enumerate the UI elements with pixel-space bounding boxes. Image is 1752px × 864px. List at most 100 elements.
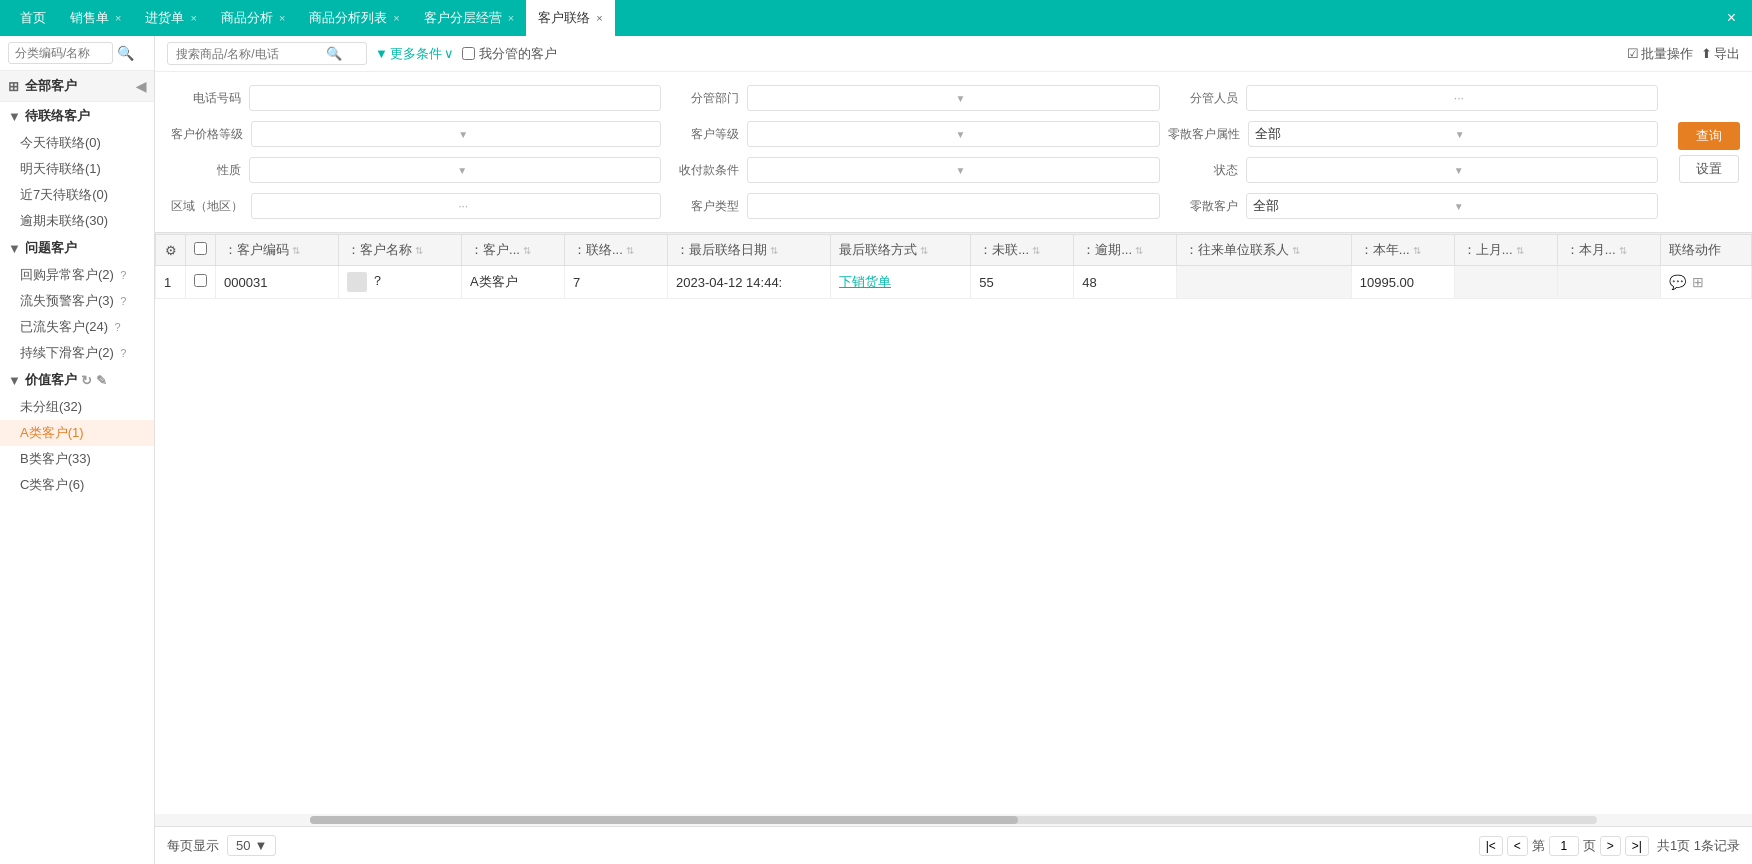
sidebar-item-overdue[interactable]: 逾期未联络(30)	[0, 208, 154, 234]
sort-icon-last-way[interactable]: ⇅	[920, 245, 928, 256]
sort-icon-code[interactable]: ⇅	[292, 245, 300, 256]
nav-customer-segment-close[interactable]: ×	[508, 12, 514, 24]
sidebar-group-problem[interactable]: ▼ 问题客户	[0, 234, 154, 262]
nav-product-analysis[interactable]: 商品分析 ×	[209, 0, 297, 36]
nav-product-list-close[interactable]: ×	[393, 12, 399, 24]
nav-sales-close[interactable]: ×	[115, 12, 121, 24]
scrollbar-thumb[interactable]	[310, 816, 1018, 824]
filter-payment-select[interactable]: ▼	[747, 157, 1159, 183]
td-last-way[interactable]: 下销货单	[831, 266, 971, 299]
filter-phone-input[interactable]	[249, 85, 661, 111]
sidebar-item-b-class[interactable]: B类客户(33)	[0, 446, 154, 472]
my-customer-check[interactable]	[462, 47, 475, 60]
sidebar-collapse-icon[interactable]: ◀	[136, 79, 146, 94]
refresh-icon[interactable]: ↻	[81, 373, 92, 388]
td-name[interactable]: ？	[339, 266, 462, 299]
sort-icon-last-date[interactable]: ⇅	[770, 245, 778, 256]
horizontal-scrollbar-area	[155, 814, 1752, 826]
nav-customer-contact[interactable]: 客户联络 ×	[526, 0, 614, 36]
grid-icon: ⊞	[8, 79, 19, 94]
filter-manager-input[interactable]: ···	[1246, 85, 1658, 111]
my-customer-checkbox[interactable]: 我分管的客户	[462, 45, 557, 63]
filter-customer-grade-select[interactable]: ▼	[747, 121, 1159, 147]
page-number-input[interactable]	[1549, 836, 1579, 856]
more-filter-btn[interactable]: ▼ 更多条件 ∨	[375, 45, 454, 63]
grid-action-icon[interactable]: ⊞	[1692, 274, 1704, 290]
row-checkbox[interactable]	[194, 274, 207, 287]
sort-icon-overdue[interactable]: ⇅	[1135, 245, 1143, 256]
sort-icon-no-contact[interactable]: ⇅	[1032, 245, 1040, 256]
manager-dots-icon[interactable]: ···	[1454, 91, 1651, 105]
nav-customer-contact-close[interactable]: ×	[596, 12, 602, 24]
filter-region-input[interactable]: ···	[251, 193, 661, 219]
filter-phone-label: 电话号码	[171, 90, 241, 107]
table-header-row: ⚙ ：客户编码 ⇅ ：客户名称 ⇅	[156, 235, 1752, 266]
export-btn[interactable]: ⬆ 导出	[1701, 45, 1740, 63]
sort-icon-contact[interactable]: ⇅	[626, 245, 634, 256]
last-way-link[interactable]: 下销货单	[839, 274, 891, 289]
first-page-btn[interactable]: |<	[1479, 836, 1503, 856]
sidebar-item-declining[interactable]: 持续下滑客户(2) ?	[0, 340, 154, 366]
sort-icon-type[interactable]: ⇅	[523, 245, 531, 256]
nav-customer-segment[interactable]: 客户分层经营 ×	[412, 0, 526, 36]
nav-purchase-close[interactable]: ×	[190, 12, 196, 24]
next-page-btn[interactable]: >	[1600, 836, 1621, 856]
sidebar-item-abnormal[interactable]: 回购异常客户(2) ?	[0, 262, 154, 288]
setting-button[interactable]: 设置	[1679, 155, 1739, 183]
filter-retail-attr-select[interactable]: 全部 ▼	[1248, 121, 1658, 147]
sort-icon-this-month[interactable]: ⇅	[1619, 245, 1627, 256]
th-checkbox[interactable]	[186, 235, 216, 266]
chat-action-icon[interactable]: 💬	[1669, 274, 1686, 290]
nav-home[interactable]: 首页	[8, 0, 58, 36]
th-gear[interactable]: ⚙	[156, 235, 186, 266]
filter-nature-select[interactable]: ▼	[249, 157, 661, 183]
rc-arrow-icon: ▼	[1454, 201, 1651, 212]
last-page-btn[interactable]: >|	[1625, 836, 1649, 856]
sidebar-item-c-class[interactable]: C类客户(6)	[0, 472, 154, 498]
filter-dept-label: 分管部门	[669, 90, 739, 107]
sidebar-group-pending[interactable]: ▼ 待联络客户	[0, 102, 154, 130]
arrow-icon: ▼	[8, 109, 21, 124]
td-checkbox[interactable]	[186, 266, 216, 299]
nav-product-list[interactable]: 商品分析列表 ×	[297, 0, 411, 36]
question-icon-4: ?	[120, 347, 126, 359]
sidebar-search-icon[interactable]: 🔍	[117, 45, 134, 61]
sidebar-group-value[interactable]: ▼ 价值客户 ↻ ✎	[0, 366, 154, 394]
batch-op-btn[interactable]: ☑ 批量操作	[1627, 45, 1693, 63]
main-search-input[interactable]	[176, 47, 326, 61]
query-button[interactable]: 查询	[1678, 122, 1740, 150]
customer-avatar	[347, 272, 367, 292]
filter-fields: 电话号码 分管部门 ▼ 分管人员 ···	[155, 72, 1674, 232]
sort-icon-this-year[interactable]: ⇅	[1413, 245, 1421, 256]
region-dots-icon[interactable]: ···	[458, 199, 654, 213]
close-all-btn[interactable]: ×	[1719, 9, 1744, 27]
sidebar-item-7days[interactable]: 近7天待联络(0)	[0, 182, 154, 208]
sidebar-item-churned[interactable]: 已流失客户(24) ?	[0, 314, 154, 340]
page-size-selector[interactable]: 50 ▼	[227, 835, 276, 856]
nav-purchase[interactable]: 进货单 ×	[133, 0, 208, 36]
prev-page-btn[interactable]: <	[1507, 836, 1528, 856]
nav-sales[interactable]: 销售单 ×	[58, 0, 133, 36]
nav-product-analysis-close[interactable]: ×	[279, 12, 285, 24]
sort-icon-person[interactable]: ⇅	[1292, 245, 1300, 256]
filter-customer-type-input[interactable]	[747, 193, 1159, 219]
question-icon-1: ?	[120, 269, 126, 281]
main-search-icon[interactable]: 🔍	[326, 46, 342, 61]
edit-icon[interactable]: ✎	[96, 373, 107, 388]
sidebar-item-churn-warning[interactable]: 流失预警客户(3) ?	[0, 288, 154, 314]
filter-price-select[interactable]: ▼	[251, 121, 661, 147]
sort-icon-last-month[interactable]: ⇅	[1516, 245, 1524, 256]
scrollbar-track[interactable]	[310, 816, 1597, 824]
sort-icon-name[interactable]: ⇅	[415, 245, 423, 256]
select-all-checkbox[interactable]	[194, 242, 207, 255]
filter-status-select[interactable]: ▼	[1246, 157, 1658, 183]
sidebar-item-a-class[interactable]: A类客户(1)	[0, 420, 154, 446]
filter-dept-select[interactable]: ▼	[747, 85, 1159, 111]
sidebar-item-ungroup[interactable]: 未分组(32)	[0, 394, 154, 420]
sidebar-item-today[interactable]: 今天待联络(0)	[0, 130, 154, 156]
th-last-month: ：上月... ⇅	[1454, 235, 1557, 266]
th-last-date: ：最后联络日期 ⇅	[667, 235, 830, 266]
sidebar-search-input[interactable]	[8, 42, 113, 64]
filter-retail-customer-select[interactable]: 全部 ▼	[1246, 193, 1658, 219]
sidebar-item-tomorrow[interactable]: 明天待联络(1)	[0, 156, 154, 182]
